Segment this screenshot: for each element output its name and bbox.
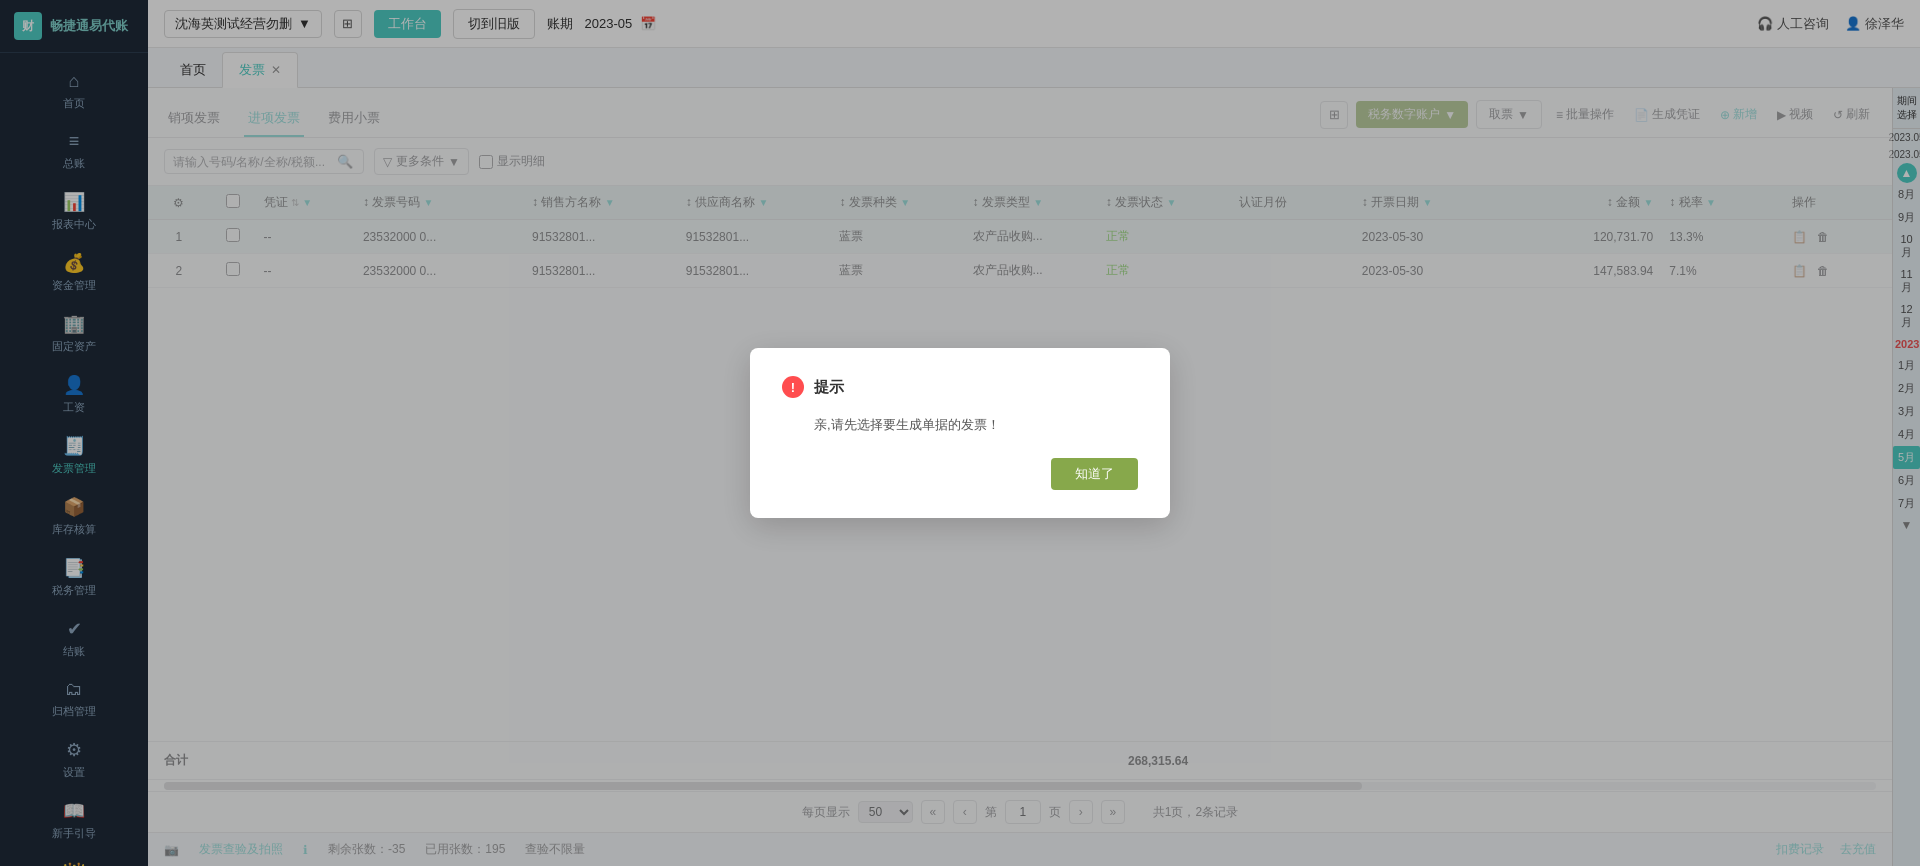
modal-warning-icon: ! [782, 376, 804, 398]
modal-message: 亲,请先选择要生成单据的发票！ [814, 417, 1000, 432]
modal-dialog: ! 提示 亲,请先选择要生成单据的发票！ 知道了 [750, 348, 1170, 518]
modal-overlay: ! 提示 亲,请先选择要生成单据的发票！ 知道了 [0, 0, 1920, 866]
modal-header: ! 提示 [782, 376, 1138, 398]
modal-footer: 知道了 [782, 458, 1138, 490]
modal-ok-btn[interactable]: 知道了 [1051, 458, 1138, 490]
modal-body: 亲,请先选择要生成单据的发票！ [782, 416, 1138, 434]
modal-title: 提示 [814, 378, 844, 397]
